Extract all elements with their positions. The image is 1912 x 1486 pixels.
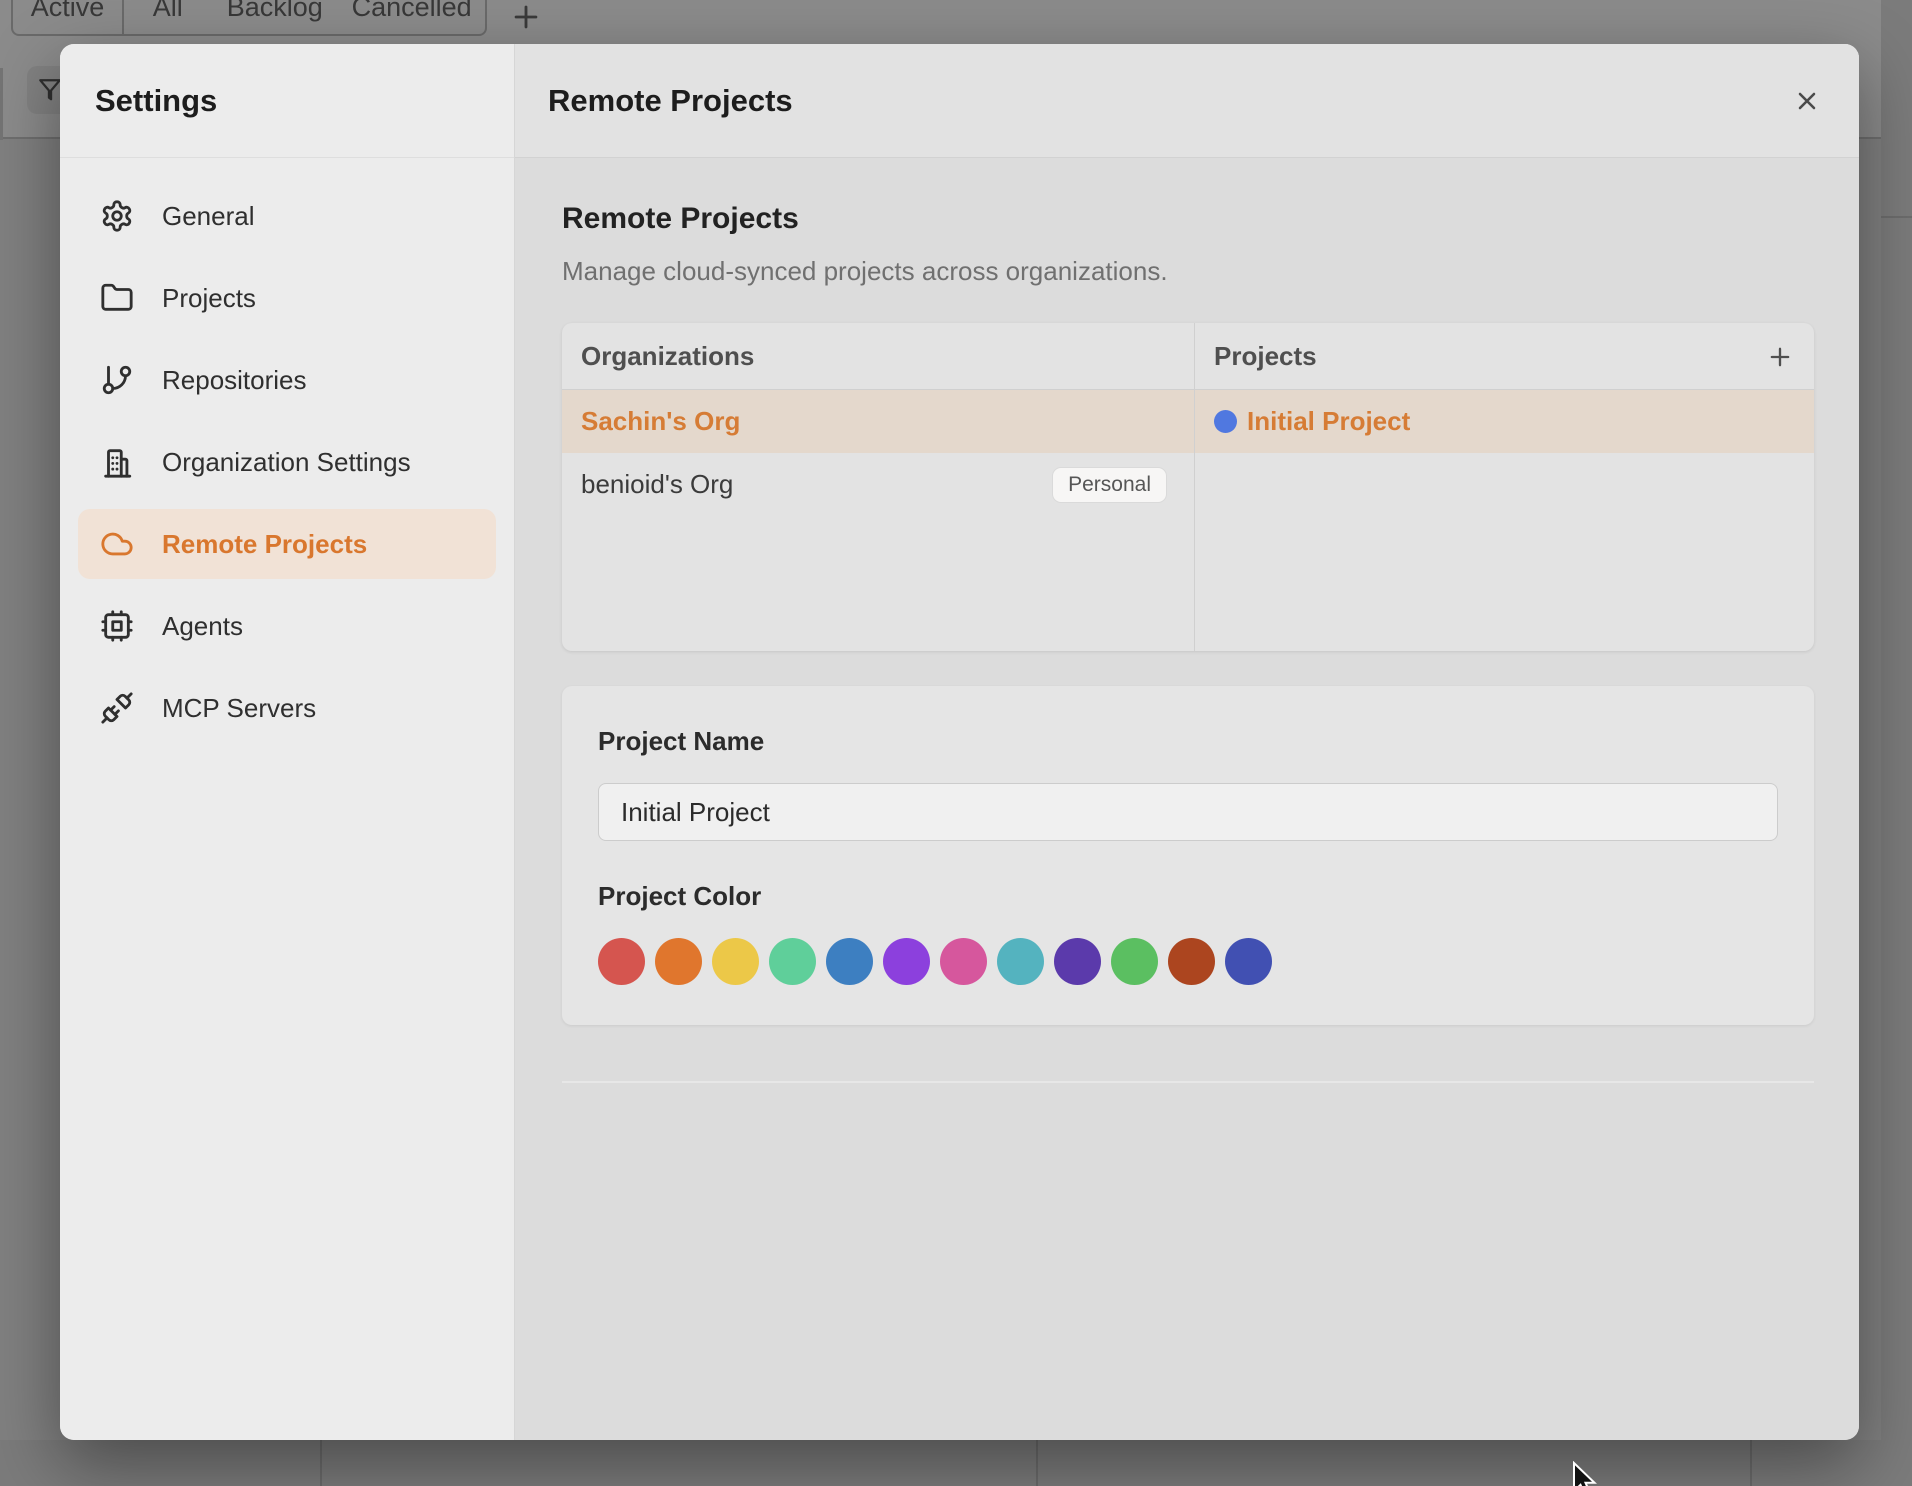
- tab-active[interactable]: Active: [13, 0, 125, 34]
- panel-title: Remote Projects: [548, 82, 793, 118]
- panel-header: Remote Projects: [515, 44, 1859, 158]
- org-projects-table: Organizations Sachin's Org benioid's Org…: [562, 323, 1814, 651]
- add-tab-button[interactable]: [509, 0, 543, 34]
- org-row-benioids[interactable]: benioid's Org Personal: [562, 453, 1194, 516]
- sidebar-item-remote-projects[interactable]: Remote Projects: [78, 509, 496, 579]
- color-swatch-mint[interactable]: [769, 938, 816, 985]
- sidebar-item-label: Agents: [162, 610, 243, 641]
- sidebar-item-label: Repositories: [162, 364, 307, 395]
- add-project-button[interactable]: [1764, 341, 1796, 373]
- project-row-initial[interactable]: Initial Project: [1195, 390, 1814, 453]
- color-swatch-pink[interactable]: [940, 938, 987, 985]
- cloud-icon: [100, 527, 134, 561]
- color-swatch-violet[interactable]: [883, 938, 930, 985]
- project-form-card: Project Name Project Color: [562, 686, 1814, 1025]
- color-swatch-deep-purple[interactable]: [1054, 938, 1101, 985]
- panel-content: Remote Projects Manage cloud-synced proj…: [515, 158, 1859, 1083]
- git-branch-icon: [100, 363, 134, 397]
- backdrop-left-edge: [0, 68, 3, 140]
- tab-backlog[interactable]: Backlog: [211, 0, 338, 34]
- org-name: benioid's Org: [581, 469, 734, 499]
- project-color-dot: [1214, 410, 1237, 433]
- sidebar-item-label: General: [162, 200, 255, 231]
- sidebar-item-repositories[interactable]: Repositories: [78, 345, 496, 415]
- tab-all-label: All: [152, 0, 183, 22]
- tab-active-label: Active: [30, 0, 105, 22]
- section-heading: Remote Projects: [562, 202, 799, 235]
- projects-column: Projects Initial Project: [1195, 323, 1814, 651]
- mouse-cursor: [1573, 1461, 1597, 1486]
- backdrop-right-panel: [1881, 0, 1912, 1486]
- sidebar-item-label: MCP Servers: [162, 692, 317, 723]
- close-icon: [1798, 92, 1816, 109]
- project-color-label: Project Color: [598, 881, 762, 911]
- project-name: Initial Project: [1247, 406, 1411, 436]
- tab-cancelled-label: Cancelled: [351, 0, 472, 22]
- tab-cancelled[interactable]: Cancelled: [338, 0, 485, 34]
- sidebar-item-general[interactable]: General: [78, 181, 496, 251]
- color-swatch-blue[interactable]: [826, 938, 873, 985]
- organizations-header: Organizations: [562, 323, 1194, 390]
- backdrop-column-line: [1036, 1440, 1038, 1486]
- color-swatch-indigo[interactable]: [1225, 938, 1272, 985]
- color-swatch-orange[interactable]: [655, 938, 702, 985]
- backdrop-right-divider: [1881, 216, 1912, 218]
- close-button[interactable]: [1792, 86, 1822, 116]
- organizations-column: Organizations Sachin's Org benioid's Org…: [562, 323, 1195, 651]
- plug-icon: [100, 691, 134, 725]
- sidebar-item-organization-settings[interactable]: Organization Settings: [78, 427, 496, 497]
- sidebar-header: Settings: [60, 44, 514, 158]
- color-swatch-teal[interactable]: [997, 938, 1044, 985]
- sidebar-item-projects[interactable]: Projects: [78, 263, 496, 333]
- project-name-label: Project Name: [598, 726, 765, 756]
- backdrop-column-line: [320, 1440, 322, 1486]
- backdrop-column-line: [1750, 1440, 1752, 1486]
- tab-backlog-label: Backlog: [226, 0, 323, 22]
- view-tabs: Active All Backlog Cancelled: [11, 0, 487, 36]
- color-swatch-rust[interactable]: [1168, 938, 1215, 985]
- personal-badge: Personal: [1053, 467, 1166, 502]
- section-subtitle: Manage cloud-synced projects across orga…: [562, 256, 1168, 286]
- content-divider: [562, 1081, 1814, 1083]
- plus-icon: [514, 5, 538, 29]
- settings-sidebar: Settings General Projects Repositories O…: [60, 44, 515, 1440]
- cpu-icon: [100, 609, 134, 643]
- settings-nav: General Projects Repositories Organizati…: [60, 158, 514, 743]
- color-swatch-green[interactable]: [1111, 938, 1158, 985]
- color-swatch-yellow[interactable]: [712, 938, 759, 985]
- gear-icon: [100, 199, 134, 233]
- projects-header: Projects: [1195, 323, 1814, 390]
- tab-all[interactable]: All: [124, 0, 211, 34]
- color-swatches: [598, 938, 1778, 985]
- color-swatch-red[interactable]: [598, 938, 645, 985]
- building-icon: [100, 445, 134, 479]
- sidebar-item-label: Projects: [162, 282, 256, 313]
- settings-title: Settings: [95, 82, 218, 118]
- sidebar-item-agents[interactable]: Agents: [78, 591, 496, 661]
- folder-icon: [100, 281, 134, 315]
- settings-main-panel: Remote Projects Remote Projects Manage c…: [515, 44, 1859, 1440]
- sidebar-item-label: Organization Settings: [162, 446, 411, 477]
- plus-icon: [1770, 347, 1790, 367]
- org-row-sachins[interactable]: Sachin's Org: [562, 390, 1194, 453]
- sidebar-item-mcp-servers[interactable]: MCP Servers: [78, 673, 496, 743]
- settings-modal: Settings General Projects Repositories O…: [60, 44, 1859, 1440]
- project-name-input[interactable]: [598, 783, 1778, 841]
- sidebar-item-label: Remote Projects: [162, 528, 368, 559]
- backdrop-bottom-strip: [0, 1440, 1912, 1486]
